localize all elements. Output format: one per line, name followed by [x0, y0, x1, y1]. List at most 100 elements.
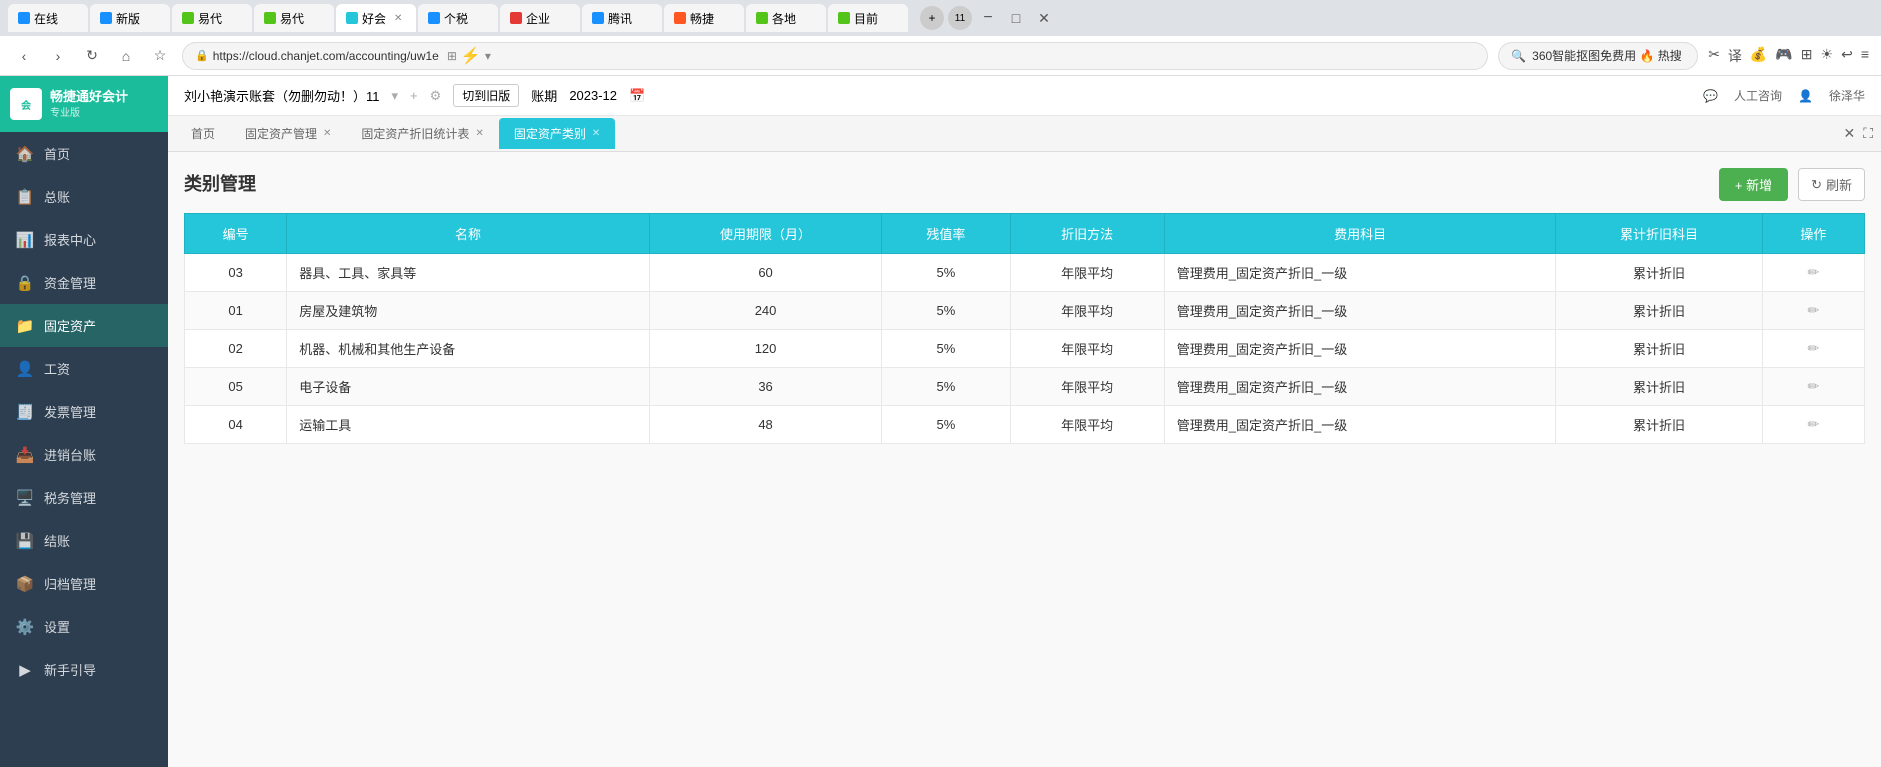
tab-close-depreciation[interactable]: ✕ [475, 128, 483, 139]
cell-method: 年限平均 [1010, 330, 1164, 368]
cell-accumulated: 累计折旧 [1556, 330, 1762, 368]
help-text[interactable]: 人工咨询 [1734, 87, 1782, 104]
cell-code[interactable]: 05 [185, 368, 287, 406]
table-row: 05 电子设备 36 5% 年限平均 管理费用_固定资产折旧_一级 累计折旧 ✏ [185, 368, 1865, 406]
sidebar-item-settle[interactable]: 💾 结账 [0, 519, 168, 562]
cell-action[interactable]: ✏ [1762, 254, 1864, 292]
payroll-icon: 👤 [16, 360, 34, 378]
cell-code[interactable]: 02 [185, 330, 287, 368]
tab-close-category[interactable]: ✕ [592, 128, 600, 139]
tab-fixed-mgmt[interactable]: 固定资产管理 ✕ [230, 118, 346, 149]
edit-icon[interactable]: ✏ [1808, 264, 1820, 280]
cell-expense: 管理费用_固定资产折旧_一级 [1164, 254, 1556, 292]
sidebar-logo: 会 畅捷通好会计 专业版 [0, 76, 168, 132]
tab-category[interactable]: 固定资产类别 ✕ [499, 118, 615, 149]
tab-label-enterprise: 企业 [526, 10, 550, 27]
user-account-info: 刘小艳演示账套（勿删勿动！）11 [184, 86, 380, 105]
minimize-btn[interactable]: − [976, 6, 1000, 30]
sidebar-item-tax[interactable]: 🖥️ 税务管理 [0, 476, 168, 519]
cell-residual: 5% [882, 406, 1010, 444]
dropdown-icon[interactable]: ▾ [485, 49, 491, 63]
grid-icon[interactable]: ⊞ [1801, 46, 1813, 66]
period-label: 账期 [531, 86, 557, 105]
app-logo-icon: 会 [10, 88, 42, 120]
browser-tab-changjie[interactable]: 畅捷 [664, 4, 744, 32]
browser-tab-enterprise[interactable]: 企业 [500, 4, 580, 32]
sidebar-item-ledger[interactable]: 📋 总账 [0, 175, 168, 218]
cell-action[interactable]: ✏ [1762, 406, 1864, 444]
edit-icon[interactable]: ✏ [1808, 416, 1820, 432]
edit-icon[interactable]: ✏ [1808, 378, 1820, 394]
browser-tab-yidai1[interactable]: 易代 [172, 4, 252, 32]
browser-tab-new[interactable]: 新版 [90, 4, 170, 32]
wallet-icon[interactable]: 💰 [1750, 46, 1767, 66]
sun-icon[interactable]: ☀ [1821, 46, 1834, 66]
fixed-assets-icon: 📁 [16, 317, 34, 335]
switch-old-version-btn[interactable]: 切到旧版 [453, 84, 519, 107]
bookmark-btn[interactable]: ☆ [148, 44, 172, 68]
new-tab-btn[interactable]: + [920, 6, 944, 30]
expand-tab-btn[interactable]: ⛶ [1863, 125, 1873, 142]
settings-gear-icon[interactable]: ⚙ [430, 88, 442, 104]
url-input[interactable]: 🔒 https://cloud.chanjet.com/accounting/u… [182, 42, 1488, 70]
th-action: 操作 [1762, 214, 1864, 254]
sidebar-label-home: 首页 [44, 144, 70, 163]
th-months: 使用期限（月） [649, 214, 881, 254]
sidebar-item-archive[interactable]: 📦 归档管理 [0, 562, 168, 605]
sidebar-item-settings[interactable]: ⚙️ 设置 [0, 605, 168, 648]
sidebar-label-invoices: 发票管理 [44, 402, 96, 421]
guide-icon: ▶ [16, 661, 34, 679]
dropdown-arrow-icon[interactable]: ▾ [392, 88, 399, 104]
close-window-btn[interactable]: ✕ [1032, 6, 1056, 30]
browser-tab-close-haohui[interactable]: ✕ [394, 13, 402, 24]
cell-accumulated: 累计折旧 [1556, 406, 1762, 444]
sidebar-item-inout[interactable]: 📥 进销台账 [0, 433, 168, 476]
cell-method: 年限平均 [1010, 254, 1164, 292]
browser-tab-muqian[interactable]: 目前 [828, 4, 908, 32]
tab-label-tax: 个税 [444, 10, 468, 27]
calendar-icon[interactable]: 📅 [629, 88, 645, 104]
cell-code[interactable]: 04 [185, 406, 287, 444]
edit-icon[interactable]: ✏ [1808, 340, 1820, 356]
home-nav-btn[interactable]: ⌂ [114, 44, 138, 68]
tab-depreciation[interactable]: 固定资产折旧统计表 ✕ [346, 118, 498, 149]
sidebar-item-guide[interactable]: ▶ 新手引导 [0, 648, 168, 691]
cell-accumulated: 累计折旧 [1556, 368, 1762, 406]
sidebar-item-payroll[interactable]: 👤 工资 [0, 347, 168, 390]
search-bar[interactable]: 🔍 360智能抠图免费用 🔥 热搜 [1498, 42, 1698, 70]
menu-icon[interactable]: ≡ [1861, 46, 1869, 66]
tab-close-fixed-mgmt[interactable]: ✕ [323, 128, 331, 139]
cell-code[interactable]: 03 [185, 254, 287, 292]
maximize-btn[interactable]: □ [1004, 6, 1028, 30]
cell-action[interactable]: ✏ [1762, 368, 1864, 406]
browser-tab-haohui[interactable]: 好会 ✕ [336, 4, 416, 32]
scissors-icon[interactable]: ✂ [1708, 46, 1720, 66]
sidebar-item-fixed-assets[interactable]: 📁 固定资产 [0, 304, 168, 347]
game-icon[interactable]: 🎮 [1775, 46, 1792, 66]
browser-tab-tencent[interactable]: 腾讯 [582, 4, 662, 32]
browser-tab-gedi[interactable]: 各地 [746, 4, 826, 32]
cell-months: 36 [649, 368, 881, 406]
cell-action[interactable]: ✏ [1762, 330, 1864, 368]
tab-home[interactable]: 首页 [176, 118, 230, 149]
translate-icon[interactable]: 译 [1728, 46, 1742, 66]
cell-action[interactable]: ✏ [1762, 292, 1864, 330]
browser-tab-online[interactable]: 在线 [8, 4, 88, 32]
sidebar-item-invoices[interactable]: 🧾 发票管理 [0, 390, 168, 433]
cell-code[interactable]: 01 [185, 292, 287, 330]
add-category-btn[interactable]: + 新增 [1719, 168, 1788, 201]
sidebar-item-home[interactable]: 🏠 首页 [0, 132, 168, 175]
sidebar-item-funds[interactable]: 🔒 资金管理 [0, 261, 168, 304]
browser-tab-tax[interactable]: 个税 [418, 4, 498, 32]
page-tab-bar: 首页 固定资产管理 ✕ 固定资产折旧统计表 ✕ 固定资产类别 ✕ ✕ ⛶ [168, 116, 1881, 152]
close-tab-btn[interactable]: ✕ [1843, 125, 1855, 142]
sidebar-item-reports[interactable]: 📊 报表中心 [0, 218, 168, 261]
refresh-btn[interactable]: ↻ 刷新 [1798, 168, 1865, 201]
back-btn[interactable]: ‹ [12, 44, 36, 68]
add-account-btn[interactable]: + [410, 88, 418, 103]
forward-btn[interactable]: › [46, 44, 70, 68]
undo-icon[interactable]: ↩ [1841, 46, 1853, 66]
edit-icon[interactable]: ✏ [1808, 302, 1820, 318]
browser-tab-yidai2[interactable]: 易代 [254, 4, 334, 32]
reload-btn[interactable]: ↻ [80, 44, 104, 68]
